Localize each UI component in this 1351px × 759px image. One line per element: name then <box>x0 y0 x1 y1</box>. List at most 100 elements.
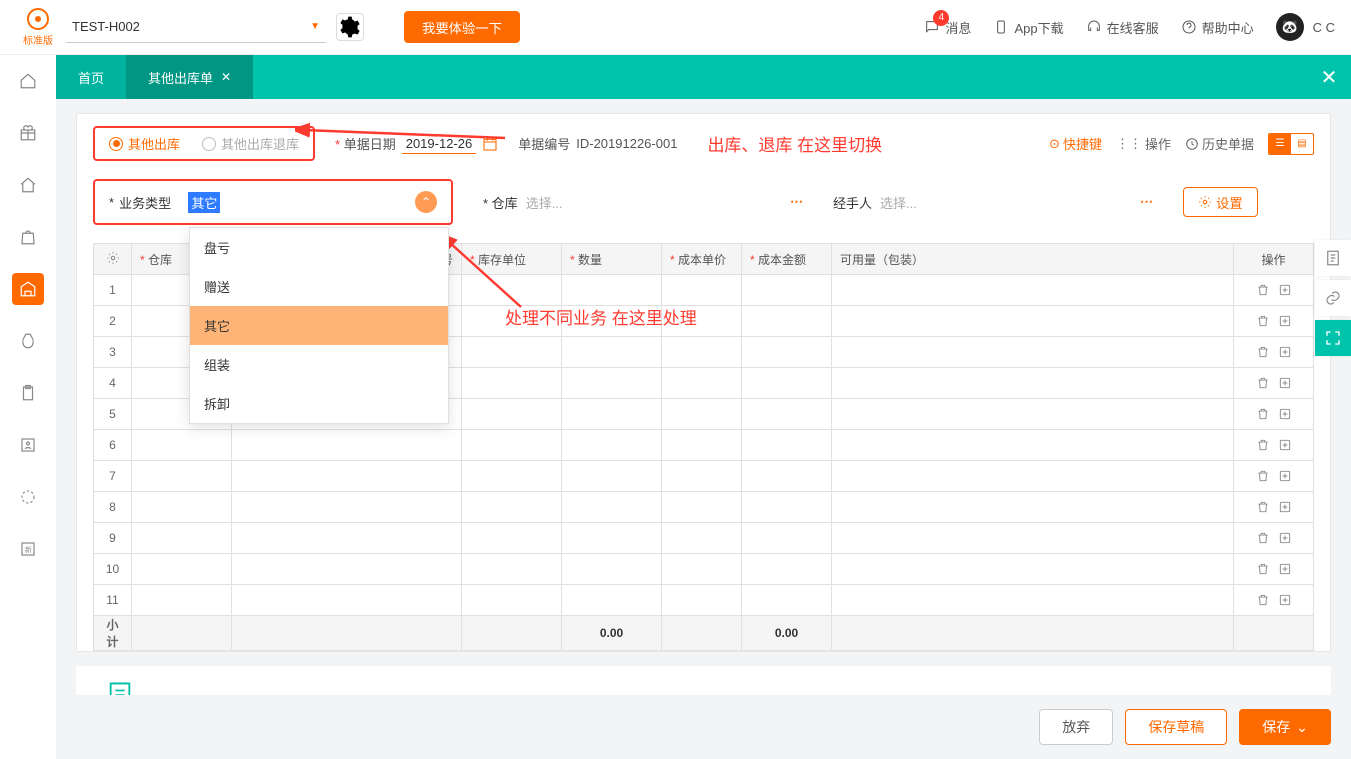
delete-row-button[interactable] <box>1254 591 1272 609</box>
add-row-button[interactable] <box>1276 374 1294 392</box>
radio-return[interactable]: 其他出库退库 <box>202 134 299 153</box>
rail-house[interactable] <box>12 169 44 201</box>
rail-clipboard[interactable] <box>12 377 44 409</box>
more-icon[interactable]: ⋯ <box>790 194 803 210</box>
table-row[interactable]: 8 <box>94 492 1314 523</box>
add-row-button[interactable] <box>1276 343 1294 361</box>
headset-icon <box>1086 19 1102 35</box>
row-number: 6 <box>94 430 132 461</box>
delete-row-button[interactable] <box>1254 343 1272 361</box>
outbound-type-radio-group: 其他出库 其他出库退库 <box>93 126 315 161</box>
quickkey-link[interactable]: ⊙快捷键 <box>1049 134 1102 153</box>
view-toggle[interactable]: ☰ ▤ <box>1268 133 1314 155</box>
tabstrip-close[interactable]: ✕ <box>1307 55 1351 99</box>
rail-gift[interactable] <box>12 117 44 149</box>
sidetool-doc[interactable] <box>1315 240 1351 276</box>
add-row-button[interactable] <box>1276 405 1294 423</box>
add-row-button[interactable] <box>1276 436 1294 454</box>
add-row-button[interactable] <box>1276 312 1294 330</box>
add-row-button[interactable] <box>1276 498 1294 516</box>
trash-icon <box>1256 593 1270 607</box>
row-number: 3 <box>94 337 132 368</box>
dropdown-item[interactable]: 赠送 <box>190 267 448 306</box>
row1-actions: ⊙快捷键 ⋮⋮操作 历史单据 ☰ ▤ <box>1049 133 1314 155</box>
warehouse-select[interactable]: * 仓库 选择... ⋯ <box>483 193 803 212</box>
rail-home[interactable] <box>12 65 44 97</box>
org-settings-button[interactable] <box>336 13 364 41</box>
more-icon[interactable]: ⋯ <box>1140 194 1153 210</box>
settings-button[interactable]: 设置 <box>1183 187 1258 217</box>
radio-outbound[interactable]: 其他出库 <box>109 134 180 153</box>
sidetool-expand[interactable] <box>1315 320 1351 356</box>
col-gear[interactable] <box>94 244 132 275</box>
rail-circle[interactable] <box>12 481 44 513</box>
add-row-button[interactable] <box>1276 560 1294 578</box>
rail-new[interactable]: 新 <box>12 533 44 565</box>
close-icon[interactable]: ✕ <box>221 70 231 84</box>
table-row[interactable]: 9 <box>94 523 1314 554</box>
org-selector[interactable]: TEST-H002 ▼ <box>66 11 326 43</box>
row-number: 5 <box>94 399 132 430</box>
dropdown-item[interactable]: 拆卸 <box>190 384 448 423</box>
sidetool-link[interactable] <box>1315 280 1351 316</box>
operate-link[interactable]: ⋮⋮操作 <box>1116 134 1171 153</box>
history-link[interactable]: 历史单据 <box>1185 134 1254 153</box>
save-button[interactable]: 保存⌄ <box>1239 709 1331 745</box>
add-row-button[interactable] <box>1276 467 1294 485</box>
row-number: 9 <box>94 523 132 554</box>
delete-row-button[interactable] <box>1254 467 1272 485</box>
trash-icon <box>1256 345 1270 359</box>
table-row[interactable]: 11 <box>94 585 1314 616</box>
dropdown-item[interactable]: 其它 <box>190 306 448 345</box>
dropdown-item[interactable]: 盘亏 <box>190 228 448 267</box>
delete-row-button[interactable] <box>1254 405 1272 423</box>
discard-button[interactable]: 放弃 <box>1039 709 1113 745</box>
col-available: 可用量（包装） <box>832 244 1234 275</box>
table-row[interactable]: 7 <box>94 461 1314 492</box>
rail-money[interactable] <box>12 325 44 357</box>
table-row[interactable]: 6 <box>94 430 1314 461</box>
add-row-button[interactable] <box>1276 281 1294 299</box>
view-list-icon[interactable]: ☰ <box>1269 134 1291 154</box>
dropdown-item[interactable]: 组装 <box>190 345 448 384</box>
delete-row-button[interactable] <box>1254 436 1272 454</box>
save-draft-button[interactable]: 保存草稿 <box>1125 709 1227 745</box>
delete-row-button[interactable] <box>1254 312 1272 330</box>
add-row-button[interactable] <box>1276 591 1294 609</box>
table-row[interactable]: 10 <box>94 554 1314 585</box>
app-download-button[interactable]: App下载 <box>993 18 1063 37</box>
home-icon <box>19 72 37 90</box>
delete-row-button[interactable] <box>1254 374 1272 392</box>
delete-row-button[interactable] <box>1254 281 1272 299</box>
chevron-up-icon[interactable]: ⌃ <box>415 191 437 213</box>
trash-icon <box>1256 283 1270 297</box>
phone-icon <box>993 19 1009 35</box>
messages-button[interactable]: 4 消息 <box>924 18 971 37</box>
online-cs-button[interactable]: 在线客服 <box>1086 18 1159 37</box>
user-menu[interactable]: 🐼 C C <box>1276 13 1335 41</box>
doc-date-value[interactable]: 2019-12-26 <box>402 134 477 154</box>
biztype-select[interactable]: *业务类型 其它 ⌃ <box>93 179 453 225</box>
tab-other-outbound[interactable]: 其他出库单 ✕ <box>126 55 253 99</box>
help-button[interactable]: 帮助中心 <box>1181 18 1254 37</box>
delete-row-button[interactable] <box>1254 560 1272 578</box>
view-grid-icon[interactable]: ▤ <box>1291 134 1313 154</box>
side-tools <box>1315 240 1351 360</box>
delete-row-button[interactable] <box>1254 498 1272 516</box>
handler-select[interactable]: 经手人 选择... ⋯ <box>833 193 1153 212</box>
tab-home[interactable]: 首页 <box>56 55 126 99</box>
form-row-2: *业务类型 其它 ⌃ * 仓库 选择... ⋯ 经手人 选择... ⋯ <box>93 179 1314 225</box>
rail-bag[interactable] <box>12 221 44 253</box>
rail-contact[interactable] <box>12 429 44 461</box>
trash-icon <box>1256 376 1270 390</box>
add-row-button[interactable] <box>1276 529 1294 547</box>
rail-warehouse[interactable] <box>12 273 44 305</box>
calendar-icon[interactable] <box>482 136 498 152</box>
org-value: TEST-H002 <box>72 19 140 34</box>
delete-row-button[interactable] <box>1254 529 1272 547</box>
biztype-dropdown: 盘亏 赠送 其它 组装 拆卸 <box>189 227 449 424</box>
cta-try-button[interactable]: 我要体验一下 <box>404 11 520 43</box>
trash-icon <box>1256 500 1270 514</box>
subtotal-row: 小计0.000.00 <box>94 616 1314 651</box>
nav-rail: 新 <box>0 55 56 759</box>
